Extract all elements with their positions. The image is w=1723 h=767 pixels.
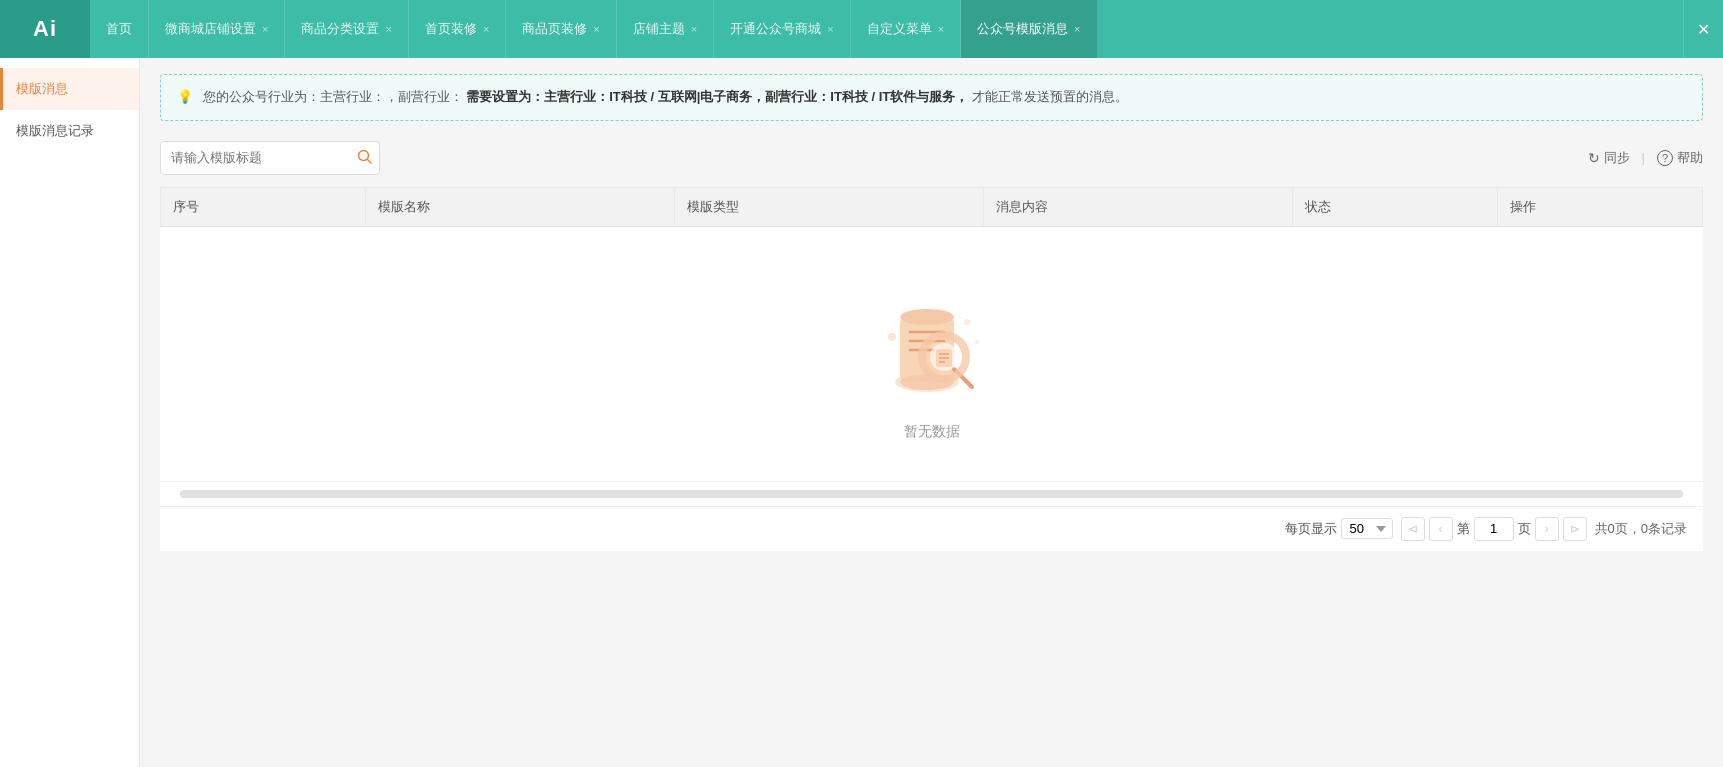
nav-tab-product-decoration[interactable]: 商品页装修 × bbox=[506, 0, 616, 58]
help-label: 帮助 bbox=[1677, 149, 1703, 167]
nav-tab-label: 首页 bbox=[106, 20, 132, 38]
nav-tab-close-icon[interactable]: × bbox=[827, 23, 833, 35]
page-input[interactable] bbox=[1474, 517, 1514, 541]
data-table: 序号模版名称模版类型消息内容状态操作 bbox=[160, 187, 1703, 227]
first-page-button[interactable]: ⊲ bbox=[1401, 517, 1425, 541]
nav-tab-shop-settings[interactable]: 微商城店铺设置 × bbox=[149, 0, 285, 58]
nav-tab-home[interactable]: 首页 bbox=[90, 0, 149, 58]
page-size-select: 每页显示 102050100 bbox=[1285, 518, 1393, 539]
empty-illustration bbox=[872, 287, 992, 407]
pagination: 每页显示 102050100 ⊲ ‹ 第 页 › ⊳ 共0页，0条记录 bbox=[160, 506, 1703, 551]
last-page-button[interactable]: ⊳ bbox=[1563, 517, 1587, 541]
logo-text: Ai bbox=[33, 16, 57, 42]
page-size-dropdown[interactable]: 102050100 bbox=[1341, 518, 1393, 539]
table-header-index: 序号 bbox=[161, 187, 366, 226]
close-all-button[interactable]: ✕ bbox=[1683, 0, 1723, 58]
nav-tab-label: 开通公众号商城 bbox=[730, 20, 821, 38]
toolbar-divider: | bbox=[1642, 150, 1645, 165]
nav-tab-close-icon[interactable]: × bbox=[938, 23, 944, 35]
nav-tab-template-message[interactable]: 公众号模版消息 × bbox=[961, 0, 1097, 58]
nav-tab-custom-menu[interactable]: 自定义菜单 × bbox=[851, 0, 961, 58]
table-header-content: 消息内容 bbox=[984, 187, 1293, 226]
nav-tab-close-icon[interactable]: × bbox=[262, 23, 268, 35]
help-button[interactable]: ? 帮助 bbox=[1657, 149, 1703, 167]
table-header-name: 模版名称 bbox=[365, 187, 674, 226]
svg-line-1 bbox=[368, 159, 372, 163]
main-layout: 模版消息模版消息记录 💡 您的公众号行业为：主营行业：，副营行业： 需要设置为：… bbox=[0, 58, 1723, 767]
table-header-type: 模版类型 bbox=[675, 187, 984, 226]
svg-point-18 bbox=[975, 340, 979, 344]
sync-button[interactable]: ↻ 同步 bbox=[1588, 149, 1630, 167]
nav-tab-open-mall[interactable]: 开通公众号商城 × bbox=[714, 0, 850, 58]
nav-tabs: 首页微商城店铺设置×商品分类设置×首页装修×商品页装修×店铺主题×开通公众号商城… bbox=[90, 0, 1683, 58]
nav-tab-category-settings[interactable]: 商品分类设置 × bbox=[285, 0, 408, 58]
notice-highlight: 需要设置为：主营行业：IT科技 / 互联网|电子商务，副营行业：IT科技 / I… bbox=[466, 89, 968, 104]
page-nav: ⊲ ‹ 第 页 › ⊳ bbox=[1401, 517, 1587, 541]
nav-tab-home-decoration[interactable]: 首页装修 × bbox=[409, 0, 506, 58]
nav-tab-store-theme[interactable]: 店铺主题 × bbox=[617, 0, 714, 58]
search-bar: ↻ 同步 | ? 帮助 bbox=[160, 141, 1703, 175]
nav-tab-label: 公众号模版消息 bbox=[977, 20, 1068, 38]
search-input-wrap bbox=[160, 141, 380, 175]
svg-point-16 bbox=[888, 333, 896, 341]
page-label-prefix: 第 bbox=[1457, 520, 1470, 538]
top-nav: Ai 首页微商城店铺设置×商品分类设置×首页装修×商品页装修×店铺主题×开通公众… bbox=[0, 0, 1723, 58]
nav-tab-label: 商品分类设置 bbox=[301, 20, 379, 38]
empty-text: 暂无数据 bbox=[904, 423, 960, 441]
nav-tab-label: 商品页装修 bbox=[522, 20, 587, 38]
table-header-status: 状态 bbox=[1293, 187, 1498, 226]
logo: Ai bbox=[0, 0, 90, 58]
sidebar-item-template-message[interactable]: 模版消息 bbox=[0, 68, 139, 110]
nav-tab-close-icon[interactable]: × bbox=[385, 23, 391, 35]
svg-point-15 bbox=[900, 374, 954, 390]
page-label-suffix: 页 bbox=[1518, 520, 1531, 538]
notice-suffix: 才能正常发送预置的消息。 bbox=[972, 89, 1128, 104]
table-header-row: 序号模版名称模版类型消息内容状态操作 bbox=[161, 187, 1703, 226]
sidebar: 模版消息模版消息记录 bbox=[0, 58, 140, 767]
horizontal-scrollbar[interactable] bbox=[180, 490, 1683, 498]
nav-tab-label: 微商城店铺设置 bbox=[165, 20, 256, 38]
search-icon[interactable] bbox=[357, 149, 372, 167]
scrollbar-area bbox=[160, 481, 1703, 506]
nav-tab-close-icon[interactable]: × bbox=[1074, 23, 1080, 35]
total-info: 共0页，0条记录 bbox=[1595, 520, 1687, 538]
sync-icon: ↻ bbox=[1588, 150, 1600, 166]
svg-point-4 bbox=[900, 309, 954, 325]
search-input[interactable] bbox=[160, 141, 380, 175]
notice-box: 💡 您的公众号行业为：主营行业：，副营行业： 需要设置为：主营行业：IT科技 /… bbox=[160, 74, 1703, 121]
sync-label: 同步 bbox=[1604, 149, 1630, 167]
notice-icon: 💡 bbox=[177, 89, 193, 104]
next-page-button[interactable]: › bbox=[1535, 517, 1559, 541]
notice-prefix: 您的公众号行业为：主营行业：，副营行业： bbox=[203, 89, 463, 104]
toolbar-right: ↻ 同步 | ? 帮助 bbox=[1588, 149, 1703, 167]
table-header-action: 操作 bbox=[1498, 187, 1703, 226]
page-size-label: 每页显示 bbox=[1285, 520, 1337, 538]
nav-tab-close-icon[interactable]: × bbox=[593, 23, 599, 35]
nav-tab-close-icon[interactable]: × bbox=[691, 23, 697, 35]
help-icon: ? bbox=[1657, 150, 1673, 166]
prev-page-button[interactable]: ‹ bbox=[1429, 517, 1453, 541]
nav-tab-label: 店铺主题 bbox=[633, 20, 685, 38]
svg-point-17 bbox=[964, 319, 970, 325]
nav-tab-close-icon[interactable]: × bbox=[483, 23, 489, 35]
empty-state: 暂无数据 bbox=[160, 227, 1703, 481]
sidebar-item-template-record[interactable]: 模版消息记录 bbox=[0, 110, 139, 152]
nav-tab-label: 自定义菜单 bbox=[867, 20, 932, 38]
nav-tab-label: 首页装修 bbox=[425, 20, 477, 38]
content-area: 💡 您的公众号行业为：主营行业：，副营行业： 需要设置为：主营行业：IT科技 /… bbox=[140, 58, 1723, 767]
